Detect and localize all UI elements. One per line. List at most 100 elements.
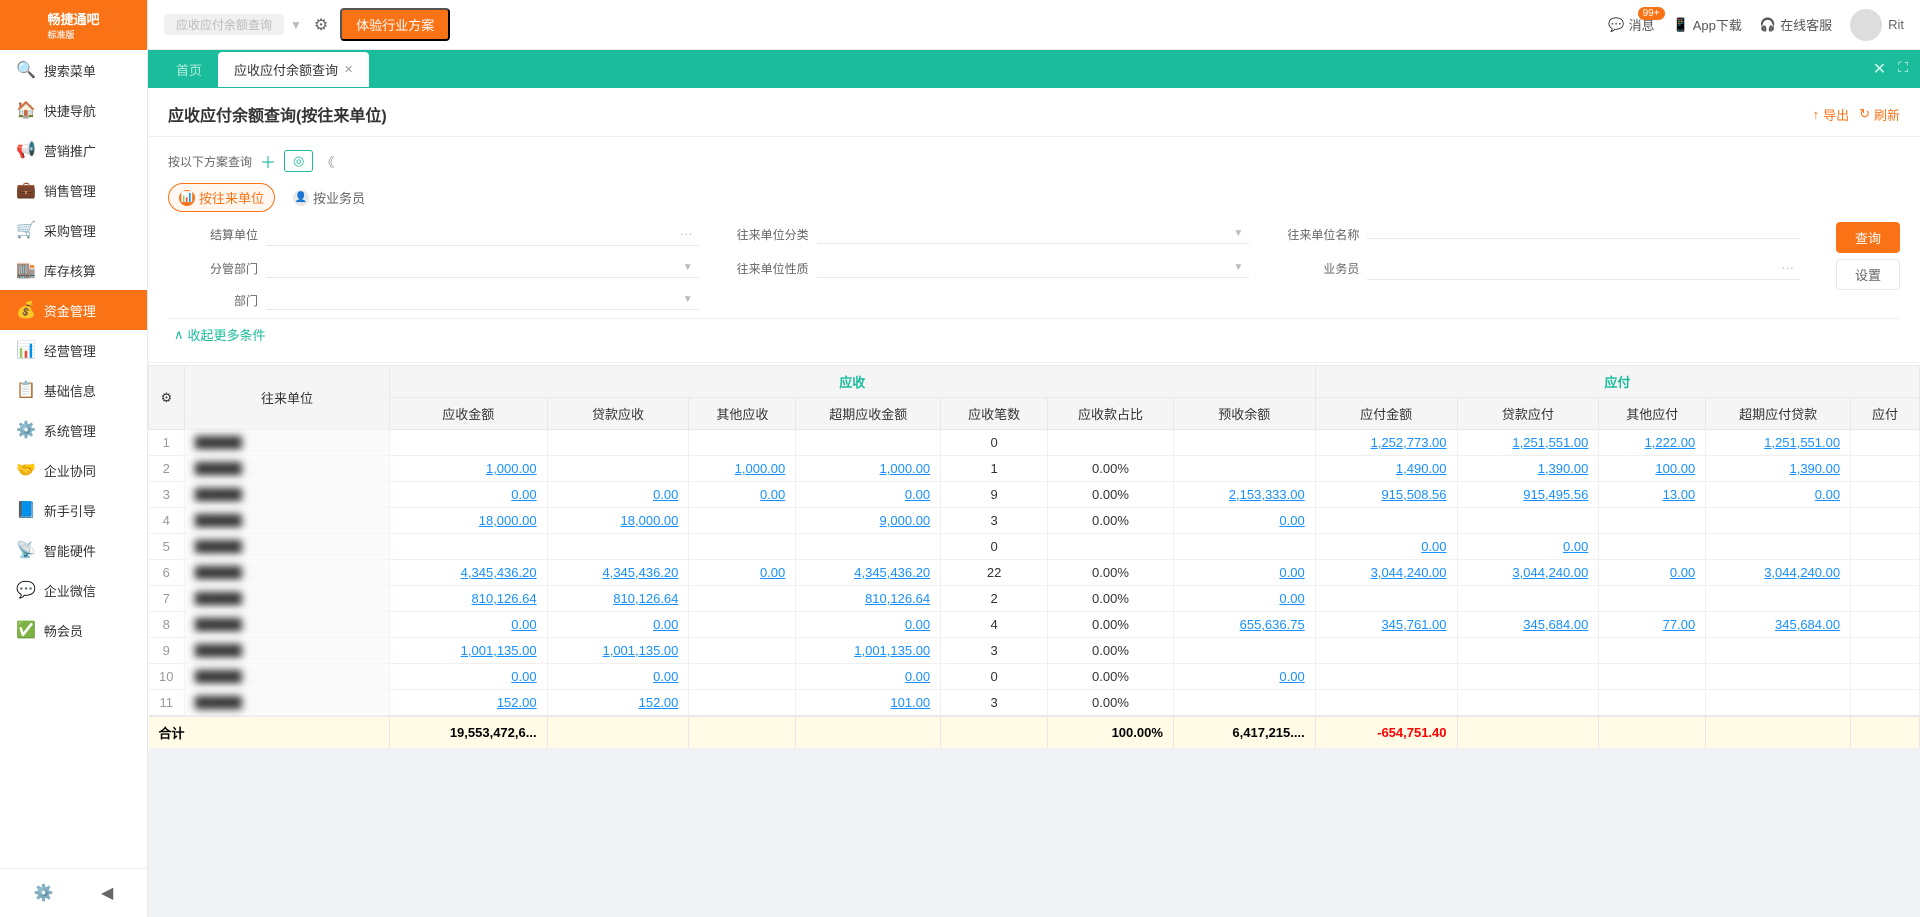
filter-input-category[interactable]: ▼ <box>817 224 1250 244</box>
message-button[interactable]: 💬 消息 99+ <box>1608 15 1654 34</box>
scheme-by-partner[interactable]: 📊 按往来单位 <box>168 183 275 212</box>
sidebar-item-purchase[interactable]: 🛒 采购管理 <box>0 210 147 250</box>
tab-home[interactable]: 首页 <box>160 52 218 87</box>
collapse-sidebar-icon[interactable]: ◀ <box>101 883 113 903</box>
table-cell[interactable]: 915,508.56 <box>1315 482 1457 508</box>
table-cell[interactable]: 0.00 <box>796 482 941 508</box>
table-cell[interactable]: 345,761.00 <box>1315 612 1457 638</box>
sidebar-item-hardware[interactable]: 📡 智能硬件 <box>0 530 147 570</box>
table-cell[interactable]: 915,495.56 <box>1457 482 1599 508</box>
sidebar-item-system[interactable]: ⚙️ 系统管理 <box>0 410 147 450</box>
table-cell[interactable]: 655,636.75 <box>1173 612 1315 638</box>
filter-input-nature[interactable]: ▼ <box>817 258 1250 278</box>
table-cell[interactable]: 0.00 <box>1173 586 1315 612</box>
table-cell[interactable]: 0.00 <box>1599 560 1706 586</box>
table-cell[interactable]: 345,684.00 <box>1457 612 1599 638</box>
filter-input-name[interactable] <box>1367 230 1800 239</box>
table-cell[interactable]: 0.00 <box>1706 482 1851 508</box>
table-cell[interactable]: 13.00 <box>1599 482 1706 508</box>
table-cell[interactable]: 1,001,135.00 <box>547 638 689 664</box>
table-cell[interactable]: 1,251,551.00 <box>1457 430 1599 456</box>
query-button[interactable]: 查询 <box>1836 222 1900 253</box>
filter-input-dept[interactable]: ▼ <box>266 258 699 278</box>
table-cell[interactable]: 0.00 <box>1173 508 1315 534</box>
table-cell[interactable]: 1,252,773.00 <box>1315 430 1457 456</box>
partner-cell[interactable]: ██████ <box>185 456 390 482</box>
user-avatar-area[interactable]: Rit <box>1850 9 1904 41</box>
partner-cell[interactable]: ██████ <box>185 482 390 508</box>
table-cell[interactable]: 0.00 <box>796 612 941 638</box>
table-cell[interactable]: 810,126.64 <box>547 586 689 612</box>
partner-cell[interactable]: ██████ <box>185 664 390 690</box>
sidebar-item-quicknav[interactable]: 🏠 快捷导航 <box>0 90 147 130</box>
sidebar-item-enterprise[interactable]: 🤝 企业协同 <box>0 450 147 490</box>
filter-scheme-button[interactable]: ◎ <box>284 150 313 172</box>
table-cell[interactable]: 0.00 <box>1315 534 1457 560</box>
partner-cell[interactable]: ██████ <box>185 638 390 664</box>
table-cell[interactable]: 3,044,240.00 <box>1315 560 1457 586</box>
refresh-button[interactable]: ↻ 刷新 <box>1859 105 1900 124</box>
table-cell[interactable]: 9,000.00 <box>796 508 941 534</box>
export-button[interactable]: ↑ 导出 <box>1813 105 1850 124</box>
table-cell[interactable]: 0.00 <box>389 612 547 638</box>
promo-button[interactable]: 体验行业方案 <box>340 8 450 41</box>
filter-collapse-icon[interactable]: 《 <box>321 152 334 171</box>
table-cell[interactable]: 3,044,240.00 <box>1457 560 1599 586</box>
table-cell[interactable]: 101.00 <box>796 690 941 717</box>
app-download-button[interactable]: 📱 App下载 <box>1673 15 1742 34</box>
filter-input-salesman[interactable]: ··· <box>1367 256 1800 280</box>
table-cell[interactable]: 0.00 <box>547 612 689 638</box>
tab-query[interactable]: 应收应付余额查询 ✕ <box>218 52 369 87</box>
table-cell[interactable]: 810,126.64 <box>389 586 547 612</box>
table-header-gear[interactable]: ⚙ <box>149 366 185 430</box>
partner-cell[interactable]: ██████ <box>185 534 390 560</box>
table-cell[interactable]: 1,390.00 <box>1457 456 1599 482</box>
table-cell[interactable]: 18,000.00 <box>547 508 689 534</box>
sidebar-item-operations[interactable]: 📊 经营管理 <box>0 330 147 370</box>
window-expand-button[interactable]: ⛶ <box>1898 59 1908 79</box>
window-close-button[interactable]: ✕ <box>1873 59 1886 79</box>
sidebar-item-guide[interactable]: 📘 新手引导 <box>0 490 147 530</box>
table-cell[interactable]: 4,345,436.20 <box>389 560 547 586</box>
table-cell[interactable]: 0.00 <box>1173 560 1315 586</box>
partner-cell[interactable]: ██████ <box>185 508 390 534</box>
sidebar-item-basic[interactable]: 📋 基础信息 <box>0 370 147 410</box>
table-cell[interactable]: 0.00 <box>389 664 547 690</box>
sidebar-item-inventory[interactable]: 🏬 库存核算 <box>0 250 147 290</box>
table-cell[interactable]: 1,000.00 <box>389 456 547 482</box>
sidebar-item-member[interactable]: ✅ 畅会员 <box>0 610 147 650</box>
table-cell[interactable]: 4,345,436.20 <box>796 560 941 586</box>
table-cell[interactable]: 4,345,436.20 <box>547 560 689 586</box>
sidebar-item-search[interactable]: 🔍 搜索菜单 <box>0 50 147 90</box>
gear-icon[interactable]: ⚙ <box>314 15 328 35</box>
partner-cell[interactable]: ██████ <box>185 586 390 612</box>
partner-cell[interactable]: ██████ <box>185 612 390 638</box>
table-cell[interactable]: 100.00 <box>1599 456 1706 482</box>
table-cell[interactable]: 1,000.00 <box>689 456 796 482</box>
online-service-button[interactable]: 🎧 在线客服 <box>1760 15 1832 34</box>
collapse-more-button[interactable]: ∧ 收起更多条件 <box>174 325 266 344</box>
table-cell[interactable]: 1,222.00 <box>1599 430 1706 456</box>
table-cell[interactable]: 18,000.00 <box>389 508 547 534</box>
settings-icon[interactable]: ⚙️ <box>34 883 54 903</box>
table-cell[interactable]: 345,684.00 <box>1706 612 1851 638</box>
table-cell[interactable]: 77.00 <box>1599 612 1706 638</box>
sidebar-item-wechat[interactable]: 💬 企业微信 <box>0 570 147 610</box>
table-cell[interactable]: 152.00 <box>547 690 689 717</box>
table-cell[interactable]: 0.00 <box>389 482 547 508</box>
filter-input-biz-dept[interactable]: ▼ <box>266 290 699 310</box>
partner-cell[interactable]: ██████ <box>185 430 390 456</box>
partner-cell[interactable]: ██████ <box>185 690 390 717</box>
table-cell[interactable]: 0.00 <box>689 560 796 586</box>
tab-close-icon[interactable]: ✕ <box>344 63 353 76</box>
filter-input-settlement[interactable]: ··· <box>266 222 699 246</box>
table-cell[interactable]: 0.00 <box>1173 664 1315 690</box>
scheme-by-salesman[interactable]: 👤 按业务员 <box>283 183 375 212</box>
table-cell[interactable]: 1,251,551.00 <box>1706 430 1851 456</box>
partner-cell[interactable]: ██████ <box>185 560 390 586</box>
table-cell[interactable]: 0.00 <box>1457 534 1599 560</box>
table-cell[interactable]: 152.00 <box>389 690 547 717</box>
table-cell[interactable]: 810,126.64 <box>796 586 941 612</box>
sidebar-item-sales[interactable]: 💼 销售管理 <box>0 170 147 210</box>
table-cell[interactable]: 0.00 <box>547 482 689 508</box>
